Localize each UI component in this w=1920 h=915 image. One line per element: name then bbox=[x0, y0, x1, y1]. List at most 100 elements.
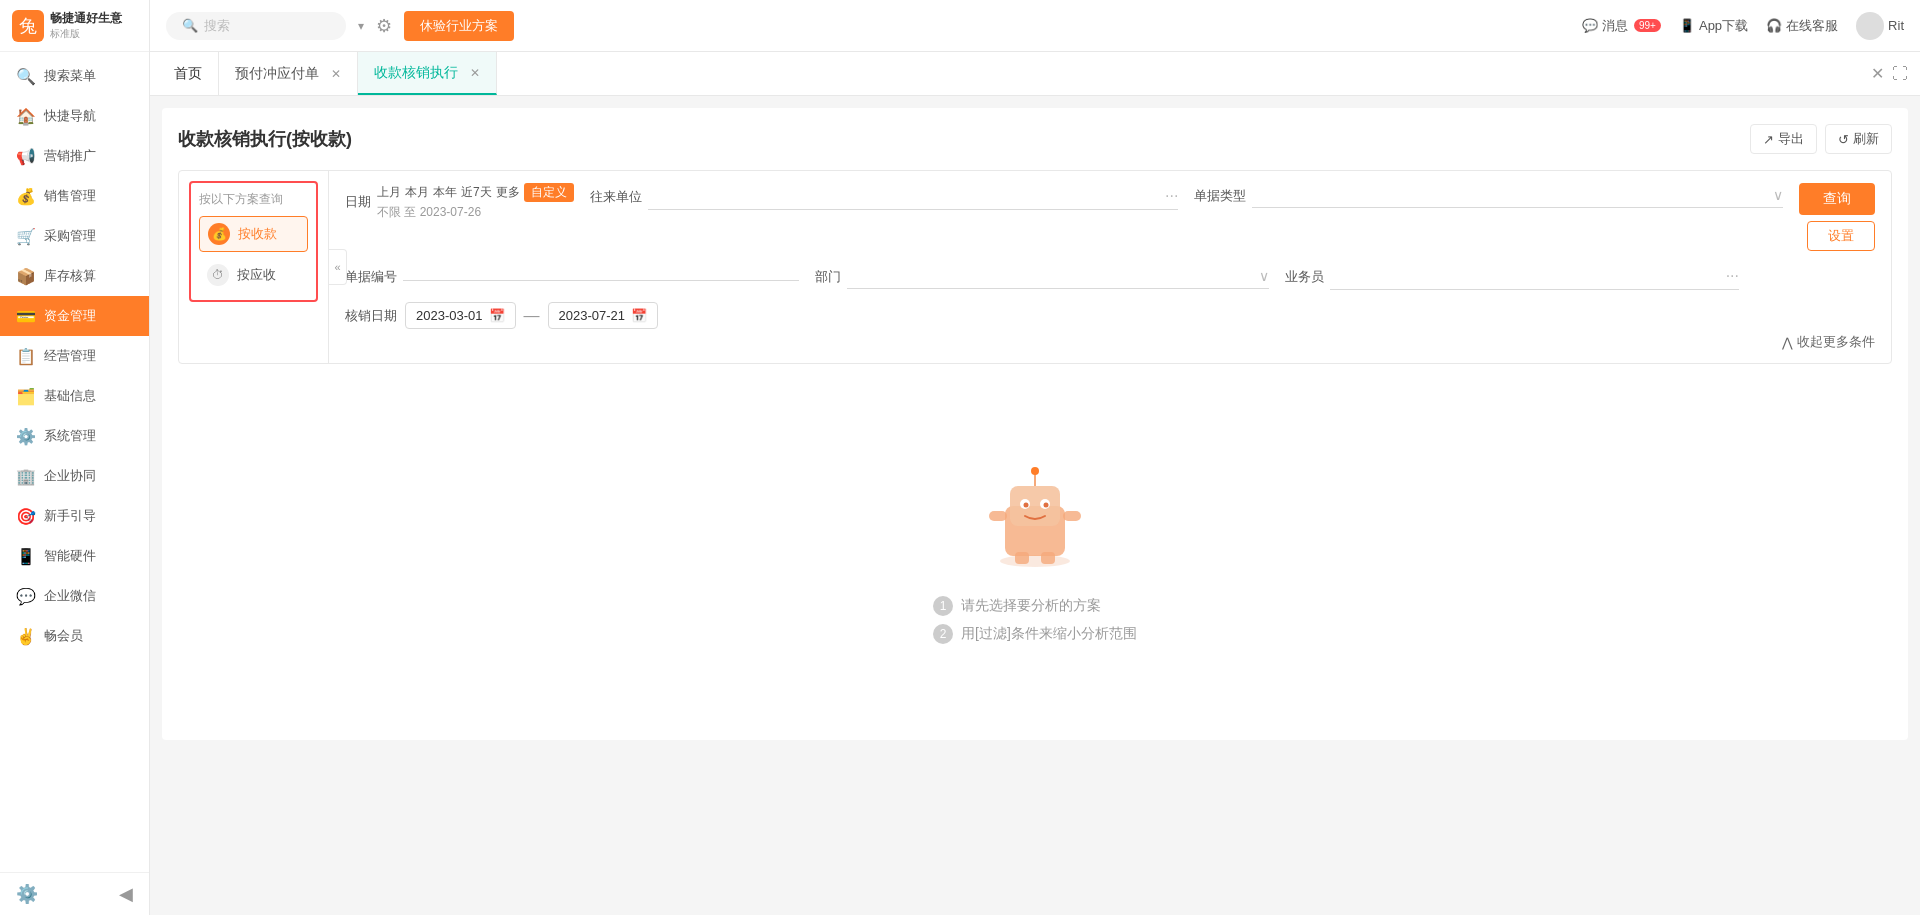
date-btn-7days[interactable]: 近7天 bbox=[461, 184, 492, 201]
date-btn-this-year[interactable]: 本年 bbox=[433, 184, 457, 201]
svg-rect-11 bbox=[1015, 552, 1029, 564]
filter-option-by-receipt[interactable]: 💰 按收款 bbox=[199, 216, 308, 252]
collapse-more-btn[interactable]: ⋀ 收起更多条件 bbox=[345, 333, 1875, 351]
system-icon: ⚙️ bbox=[16, 426, 36, 446]
calendar-icon-from: 📅 bbox=[489, 308, 505, 323]
wechat-icon: 💬 bbox=[16, 586, 36, 606]
query-btn[interactable]: 查询 bbox=[1799, 183, 1875, 215]
sidebar-item-member[interactable]: ✌️ 畅会员 bbox=[0, 616, 149, 656]
basic-icon: 🗂️ bbox=[16, 386, 36, 406]
date-btn-more[interactable]: 更多 bbox=[496, 184, 520, 201]
tab-close-all-icon[interactable]: ✕ bbox=[1871, 64, 1884, 83]
guide-icon: 🎯 bbox=[16, 506, 36, 526]
username-label: Rit bbox=[1888, 18, 1904, 33]
staff-dots: ··· bbox=[1726, 267, 1739, 285]
svg-point-6 bbox=[1044, 503, 1049, 508]
hardware-icon: 📱 bbox=[16, 546, 36, 566]
calendar-icon-to: 📅 bbox=[631, 308, 647, 323]
service-icon: 🎧 bbox=[1766, 18, 1782, 33]
date-unlimited-text: 不限 至 2023-07-26 bbox=[377, 204, 574, 221]
refresh-icon: ↺ bbox=[1838, 132, 1849, 147]
filter-row-2: 单据编号 部门 ∨ 业务员 bbox=[345, 263, 1875, 290]
search-bar-icon: 🔍 bbox=[182, 18, 198, 33]
tab-expand-icon[interactable]: ⛶ bbox=[1892, 65, 1908, 83]
tab-prepay[interactable]: 预付冲应付单 ✕ bbox=[219, 52, 358, 95]
main-area: 🔍 搜索 ▾ ⚙ 休验行业方案 💬 消息 99+ 📱 App下载 🎧 在线客服 bbox=[150, 0, 1920, 915]
sidebar-item-marketing[interactable]: 📢 营销推广 bbox=[0, 136, 149, 176]
collapse-sidebar-icon[interactable]: ◀ bbox=[119, 883, 133, 905]
empty-illustration bbox=[975, 456, 1095, 576]
export-btn[interactable]: ↗ 导出 bbox=[1750, 124, 1817, 154]
date-btn-this-month[interactable]: 本月 bbox=[405, 184, 429, 201]
tab-receivable[interactable]: 收款核销执行 ✕ bbox=[358, 52, 497, 95]
app-download-item[interactable]: 📱 App下载 bbox=[1679, 17, 1748, 35]
settings-bottom-icon[interactable]: ⚙️ bbox=[16, 883, 38, 905]
sidebar-item-inventory[interactable]: 📦 库存核算 bbox=[0, 256, 149, 296]
finance-icon: 💳 bbox=[16, 306, 36, 326]
sidebar: 兔 畅捷通好生意 标准版 🔍 搜索菜单 🏠 快捷导航 📢 营销推广 💰 销售管理… bbox=[0, 0, 150, 915]
industry-btn[interactable]: 休验行业方案 bbox=[404, 11, 514, 41]
sidebar-item-hardware[interactable]: 📱 智能硬件 bbox=[0, 536, 149, 576]
purchase-icon: 🛒 bbox=[16, 226, 36, 246]
filter-option-by-receivable[interactable]: ⏱ 按应收 bbox=[199, 258, 308, 292]
doctype-arrow: ∨ bbox=[1773, 187, 1783, 203]
filter-panel-title: 按以下方案查询 bbox=[199, 191, 308, 208]
sidebar-item-shortcuts[interactable]: 🏠 快捷导航 bbox=[0, 96, 149, 136]
filter-row-3: 核销日期 2023-03-01 📅 — 2023-07-21 📅 bbox=[345, 302, 1875, 329]
sidebar-item-system[interactable]: ⚙️ 系统管理 bbox=[0, 416, 149, 456]
writeoff-from-input[interactable]: 2023-03-01 📅 bbox=[405, 302, 516, 329]
svg-point-0 bbox=[1000, 555, 1070, 567]
header-dropdown-icon[interactable]: ▾ bbox=[358, 19, 364, 33]
tab-receivable-close[interactable]: ✕ bbox=[470, 66, 480, 80]
filter-partner-field: 往来单位 ··· bbox=[590, 183, 1179, 210]
dept-label: 部门 bbox=[815, 268, 841, 286]
sidebar-item-sales[interactable]: 💰 销售管理 bbox=[0, 176, 149, 216]
date-btn-last-month[interactable]: 上月 bbox=[377, 184, 401, 201]
sidebar-item-guide[interactable]: 🎯 新手引导 bbox=[0, 496, 149, 536]
svg-point-5 bbox=[1024, 503, 1029, 508]
dept-select[interactable]: ∨ bbox=[847, 264, 1269, 289]
page-inner: 收款核销执行(按收款) ↗ 导出 ↺ 刷新 按以下方案 bbox=[162, 108, 1908, 740]
svg-rect-9 bbox=[989, 511, 1007, 521]
sidebar-item-business[interactable]: 📋 经营管理 bbox=[0, 336, 149, 376]
header-search-bar[interactable]: 🔍 搜索 bbox=[166, 12, 346, 40]
search-icon: 🔍 bbox=[16, 66, 36, 86]
app-logo: 兔 畅捷通好生意 标准版 bbox=[0, 0, 149, 52]
tab-home[interactable]: 首页 bbox=[158, 52, 219, 95]
logo-icon: 兔 bbox=[12, 10, 44, 42]
date-btn-custom[interactable]: 自定义 bbox=[524, 183, 574, 202]
partner-input[interactable]: ··· bbox=[648, 183, 1179, 210]
filter-panel-right: 日期 上月 本月 本年 近7天 更多 自定义 不限 至 bbox=[329, 171, 1891, 363]
sidebar-item-purchase[interactable]: 🛒 采购管理 bbox=[0, 216, 149, 256]
messages-badge: 99+ bbox=[1634, 19, 1661, 32]
header-gear-icon[interactable]: ⚙ bbox=[376, 15, 392, 37]
filter-panel-left: 按以下方案查询 💰 按收款 ⏱ 按应收 bbox=[179, 171, 329, 363]
sidebar-item-search[interactable]: 🔍 搜索菜单 bbox=[0, 56, 149, 96]
tab-bar: 首页 预付冲应付单 ✕ 收款核销执行 ✕ ✕ ⛶ bbox=[150, 52, 1920, 96]
filter-writeoff-date-field: 核销日期 2023-03-01 📅 — 2023-07-21 📅 bbox=[345, 302, 658, 329]
header-left: 🔍 搜索 ▾ ⚙ 休验行业方案 bbox=[166, 11, 514, 41]
partner-label: 往来单位 bbox=[590, 188, 642, 206]
sidebar-nav: 🔍 搜索菜单 🏠 快捷导航 📢 营销推广 💰 销售管理 🛒 采购管理 📦 库存核… bbox=[0, 52, 149, 872]
doctype-select[interactable]: ∨ bbox=[1252, 183, 1783, 208]
tab-prepay-close[interactable]: ✕ bbox=[331, 67, 341, 81]
filter-collapse-btn[interactable]: « bbox=[329, 249, 347, 285]
doctype-label: 单据类型 bbox=[1194, 187, 1246, 205]
sidebar-item-basic[interactable]: 🗂️ 基础信息 bbox=[0, 376, 149, 416]
user-profile[interactable]: Rit bbox=[1856, 12, 1904, 40]
svg-rect-10 bbox=[1063, 511, 1081, 521]
writeoff-date-label: 核销日期 bbox=[345, 307, 397, 325]
sidebar-item-wechat[interactable]: 💬 企业微信 bbox=[0, 576, 149, 616]
online-service-item[interactable]: 🎧 在线客服 bbox=[1766, 17, 1838, 35]
refresh-btn[interactable]: ↺ 刷新 bbox=[1825, 124, 1892, 154]
empty-tip-1: 1 请先选择要分析的方案 bbox=[933, 596, 1137, 616]
sidebar-item-finance[interactable]: 💳 资金管理 bbox=[0, 296, 149, 336]
docno-input[interactable] bbox=[403, 272, 799, 281]
sidebar-item-enterprise[interactable]: 🏢 企业协同 bbox=[0, 456, 149, 496]
staff-input[interactable]: ··· bbox=[1330, 263, 1739, 290]
page-header: 收款核销执行(按收款) ↗ 导出 ↺ 刷新 bbox=[178, 124, 1892, 154]
writeoff-to-input[interactable]: 2023-07-21 📅 bbox=[548, 302, 659, 329]
page-title: 收款核销执行(按收款) bbox=[178, 127, 352, 151]
filter-settings-btn[interactable]: 设置 bbox=[1807, 221, 1875, 251]
messages-item[interactable]: 💬 消息 99+ bbox=[1582, 17, 1661, 35]
